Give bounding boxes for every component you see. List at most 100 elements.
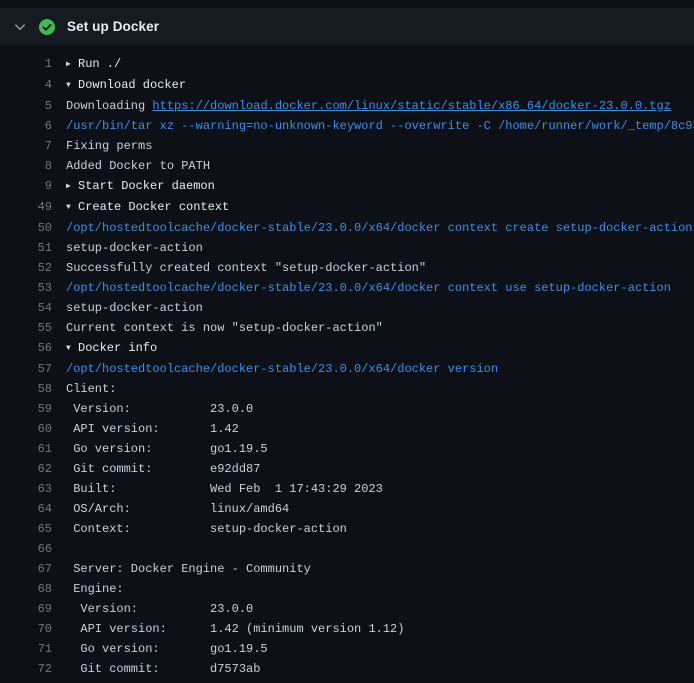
line-number[interactable]: 67 <box>0 559 52 579</box>
log-text: /opt/hostedtoolcache/docker-stable/23.0.… <box>52 218 693 238</box>
log-row: 58Client: <box>0 379 694 399</box>
log-text: Built: Wed Feb 1 17:43:29 2023 <box>52 479 383 499</box>
log-row: 66 <box>0 539 694 559</box>
log-text-prefix: Downloading <box>66 99 152 113</box>
line-number[interactable]: 6 <box>0 116 52 136</box>
log-text: Go version: go1.19.5 <box>52 439 268 459</box>
line-number[interactable]: 60 <box>0 419 52 439</box>
log-text: Added Docker to PATH <box>52 156 210 176</box>
log-row: 67 Server: Docker Engine - Community <box>0 559 694 579</box>
triangle-down-icon[interactable]: ▼ <box>66 339 78 359</box>
log-row: 59 Version: 23.0.0 <box>0 399 694 419</box>
log-text: Version: 23.0.0 <box>52 399 253 419</box>
triangle-down-icon[interactable]: ▼ <box>66 198 78 218</box>
group-label: Run ./ <box>78 57 121 71</box>
line-number[interactable]: 57 <box>0 359 52 379</box>
log-row: 4▼Download docker <box>0 75 694 96</box>
log-row: 50/opt/hostedtoolcache/docker-stable/23.… <box>0 218 694 238</box>
group-label: Download docker <box>78 78 186 92</box>
log-text: Context: setup-docker-action <box>52 519 347 539</box>
log-text: setup-docker-action <box>52 298 203 318</box>
log-row: 9▶Start Docker daemon <box>0 176 694 197</box>
log-row: 1▶Run ./ <box>0 54 694 75</box>
line-number[interactable]: 7 <box>0 136 52 156</box>
line-number[interactable]: 54 <box>0 298 52 318</box>
line-number[interactable]: 59 <box>0 399 52 419</box>
line-number[interactable]: 9 <box>0 176 52 197</box>
line-number[interactable]: 65 <box>0 519 52 539</box>
log-text: Client: <box>52 379 116 399</box>
log-text: Downloading https://download.docker.com/… <box>52 96 671 116</box>
line-number[interactable]: 70 <box>0 619 52 639</box>
log-group-header[interactable]: ▼Create Docker context <box>52 197 229 218</box>
log-row: 54setup-docker-action <box>0 298 694 318</box>
log-text: Server: Docker Engine - Community <box>52 559 311 579</box>
log-row: 49▼Create Docker context <box>0 197 694 218</box>
check-circle-icon <box>39 19 55 35</box>
group-label: Create Docker context <box>78 200 229 214</box>
log-text: Version: 23.0.0 <box>52 599 253 619</box>
log-row: 65 Context: setup-docker-action <box>0 519 694 539</box>
line-number[interactable]: 63 <box>0 479 52 499</box>
log-row: 71 Go version: go1.19.5 <box>0 639 694 659</box>
log-row: 7Fixing perms <box>0 136 694 156</box>
log-row: 56▼Docker info <box>0 338 694 359</box>
log-group-header[interactable]: ▶Run ./ <box>52 54 121 75</box>
line-number[interactable]: 8 <box>0 156 52 176</box>
line-number[interactable]: 62 <box>0 459 52 479</box>
log-text: /opt/hostedtoolcache/docker-stable/23.0.… <box>52 359 498 379</box>
triangle-right-icon[interactable]: ▶ <box>66 177 78 197</box>
log-row: 72 Git commit: d7573ab <box>0 659 694 679</box>
line-number[interactable]: 55 <box>0 318 52 338</box>
log-row: 63 Built: Wed Feb 1 17:43:29 2023 <box>0 479 694 499</box>
log-text: Git commit: d7573ab <box>52 659 260 679</box>
log-group-header[interactable]: ▶Start Docker daemon <box>52 176 215 197</box>
log-link[interactable]: https://download.docker.com/linux/static… <box>152 99 670 113</box>
log-group-header[interactable]: ▼Docker info <box>52 338 157 359</box>
log-text: Engine: <box>52 579 124 599</box>
log-group-header[interactable]: ▼Download docker <box>52 75 186 96</box>
log-text: API version: 1.42 <box>52 419 239 439</box>
line-number[interactable]: 56 <box>0 338 52 359</box>
line-number[interactable]: 71 <box>0 639 52 659</box>
log-text: OS/Arch: linux/amd64 <box>52 499 289 519</box>
line-number[interactable]: 51 <box>0 238 52 258</box>
log-row: 62 Git commit: e92dd87 <box>0 459 694 479</box>
line-number[interactable]: 50 <box>0 218 52 238</box>
group-label: Docker info <box>78 341 157 355</box>
log-row: 68 Engine: <box>0 579 694 599</box>
log-lines: 1▶Run ./4▼Download docker5Downloading ht… <box>0 45 694 683</box>
line-number[interactable]: 5 <box>0 96 52 116</box>
line-number[interactable]: 69 <box>0 599 52 619</box>
line-number[interactable]: 72 <box>0 659 52 679</box>
log-text: Go version: go1.19.5 <box>52 639 268 659</box>
triangle-right-icon[interactable]: ▶ <box>66 55 78 75</box>
log-text: setup-docker-action <box>52 238 203 258</box>
line-number[interactable]: 52 <box>0 258 52 278</box>
line-number[interactable]: 68 <box>0 579 52 599</box>
line-number[interactable]: 1 <box>0 54 52 75</box>
line-number[interactable]: 58 <box>0 379 52 399</box>
line-number[interactable]: 61 <box>0 439 52 459</box>
log-row: 5Downloading https://download.docker.com… <box>0 96 694 116</box>
log-row: 51setup-docker-action <box>0 238 694 258</box>
step-title: Set up Docker <box>67 19 159 34</box>
line-number[interactable]: 64 <box>0 499 52 519</box>
log-text: Git commit: e92dd87 <box>52 459 260 479</box>
log-row: 60 API version: 1.42 <box>0 419 694 439</box>
log-text: /opt/hostedtoolcache/docker-stable/23.0.… <box>52 278 671 298</box>
log-row: 6/usr/bin/tar xz --warning=no-unknown-ke… <box>0 116 694 136</box>
line-number[interactable]: 66 <box>0 539 52 559</box>
log-row: 61 Go version: go1.19.5 <box>0 439 694 459</box>
line-number[interactable]: 4 <box>0 75 52 96</box>
line-number[interactable]: 53 <box>0 278 52 298</box>
step-header[interactable]: Set up Docker <box>0 8 694 45</box>
triangle-down-icon[interactable]: ▼ <box>66 76 78 96</box>
log-row: 57/opt/hostedtoolcache/docker-stable/23.… <box>0 359 694 379</box>
log-row: 55Current context is now "setup-docker-a… <box>0 318 694 338</box>
log-row: 64 OS/Arch: linux/amd64 <box>0 499 694 519</box>
line-number[interactable]: 49 <box>0 197 52 218</box>
chevron-down-icon[interactable] <box>12 20 28 34</box>
log-text <box>52 539 66 559</box>
log-row: 70 API version: 1.42 (minimum version 1.… <box>0 619 694 639</box>
